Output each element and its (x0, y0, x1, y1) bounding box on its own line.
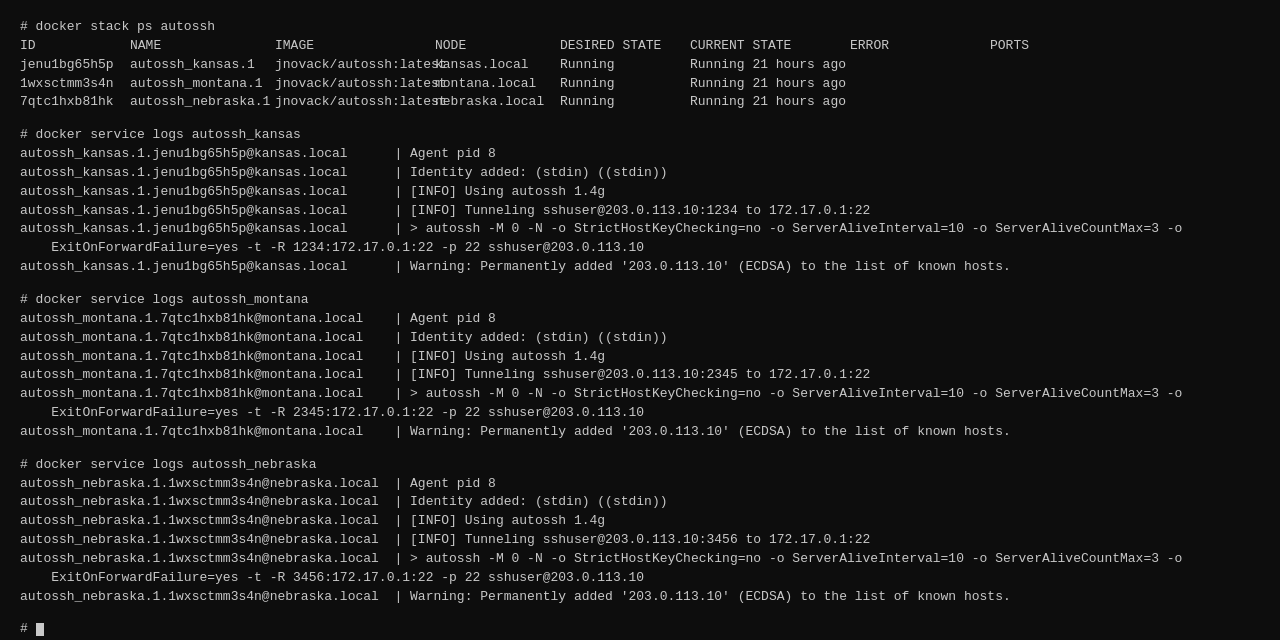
log-line: autossh_montana.1.7qtc1hxb81hk@montana.l… (20, 423, 1260, 442)
spacer-line (20, 277, 1260, 291)
table-row: 1wxsctmm3s4nautossh_montana.1jnovack/aut… (20, 75, 1260, 94)
row-name: autossh_montana.1 (130, 75, 275, 94)
header-error: ERROR (850, 37, 990, 56)
table-row: jenu1bg65h5pautossh_kansas.1jnovack/auto… (20, 56, 1260, 75)
row-current-state: Running 21 hours ago (690, 56, 850, 75)
row-id: 7qtc1hxb81hk (20, 93, 130, 112)
log-line: autossh_nebraska.1.1wxsctmm3s4n@nebraska… (20, 512, 1260, 531)
prompt-line: # docker service logs autossh_kansas (20, 126, 1260, 145)
table-row: 7qtc1hxb81hkautossh_nebraska.1jnovack/au… (20, 93, 1260, 112)
log-line: autossh_montana.1.7qtc1hxb81hk@montana.l… (20, 329, 1260, 348)
header-ports: PORTS (990, 37, 1029, 56)
header-current-state: CURRENT STATE (690, 37, 850, 56)
log-line: autossh_nebraska.1.1wxsctmm3s4n@nebraska… (20, 531, 1260, 550)
spacer-line (20, 442, 1260, 456)
row-desired-state: Running (560, 75, 690, 94)
terminal-cursor (36, 623, 44, 636)
log-line: autossh_montana.1.7qtc1hxb81hk@montana.l… (20, 310, 1260, 329)
row-image: jnovack/autossh:latest (275, 75, 435, 94)
log-line: autossh_montana.1.7qtc1hxb81hk@montana.l… (20, 385, 1260, 404)
row-name: autossh_nebraska.1 (130, 93, 275, 112)
log-line: autossh_kansas.1.jenu1bg65h5p@kansas.loc… (20, 220, 1260, 239)
log-line: autossh_kansas.1.jenu1bg65h5p@kansas.loc… (20, 258, 1260, 277)
row-node: kansas.local (435, 56, 560, 75)
log-line: autossh_nebraska.1.1wxsctmm3s4n@nebraska… (20, 550, 1260, 569)
log-line: autossh_nebraska.1.1wxsctmm3s4n@nebraska… (20, 475, 1260, 494)
header-name: NAME (130, 37, 275, 56)
prompt-line: # docker stack ps autossh (20, 18, 1260, 37)
log-line: autossh_nebraska.1.1wxsctmm3s4n@nebraska… (20, 588, 1260, 607)
row-current-state: Running 21 hours ago (690, 93, 850, 112)
terminal: # docker stack ps autosshIDNAMEIMAGENODE… (20, 18, 1260, 639)
row-image: jnovack/autossh:latest (275, 93, 435, 112)
log-line: autossh_kansas.1.jenu1bg65h5p@kansas.loc… (20, 164, 1260, 183)
row-desired-state: Running (560, 93, 690, 112)
row-current-state: Running 21 hours ago (690, 75, 850, 94)
row-desired-state: Running (560, 56, 690, 75)
log-line: ExitOnForwardFailure=yes -t -R 3456:172.… (20, 569, 1260, 588)
header-image: IMAGE (275, 37, 435, 56)
spacer-line (20, 112, 1260, 126)
table-header: IDNAMEIMAGENODEDESIRED STATECURRENT STAT… (20, 37, 1260, 56)
log-line: autossh_montana.1.7qtc1hxb81hk@montana.l… (20, 348, 1260, 367)
prompt-line: # docker service logs autossh_montana (20, 291, 1260, 310)
prompt-line: # docker service logs autossh_nebraska (20, 456, 1260, 475)
header-desired-state: DESIRED STATE (560, 37, 690, 56)
log-line: autossh_kansas.1.jenu1bg65h5p@kansas.loc… (20, 202, 1260, 221)
spacer-line (20, 606, 1260, 620)
terminal-cursor-line: # (20, 620, 1260, 639)
row-node: nebraska.local (435, 93, 560, 112)
header-id: ID (20, 37, 130, 56)
log-line: autossh_kansas.1.jenu1bg65h5p@kansas.loc… (20, 145, 1260, 164)
row-node: montana.local (435, 75, 560, 94)
row-id: jenu1bg65h5p (20, 56, 130, 75)
header-node: NODE (435, 37, 560, 56)
log-line: autossh_kansas.1.jenu1bg65h5p@kansas.loc… (20, 183, 1260, 202)
row-name: autossh_kansas.1 (130, 56, 275, 75)
log-line: ExitOnForwardFailure=yes -t -R 1234:172.… (20, 239, 1260, 258)
log-line: ExitOnForwardFailure=yes -t -R 2345:172.… (20, 404, 1260, 423)
log-line: autossh_montana.1.7qtc1hxb81hk@montana.l… (20, 366, 1260, 385)
row-id: 1wxsctmm3s4n (20, 75, 130, 94)
log-line: autossh_nebraska.1.1wxsctmm3s4n@nebraska… (20, 493, 1260, 512)
row-image: jnovack/autossh:latest (275, 56, 435, 75)
